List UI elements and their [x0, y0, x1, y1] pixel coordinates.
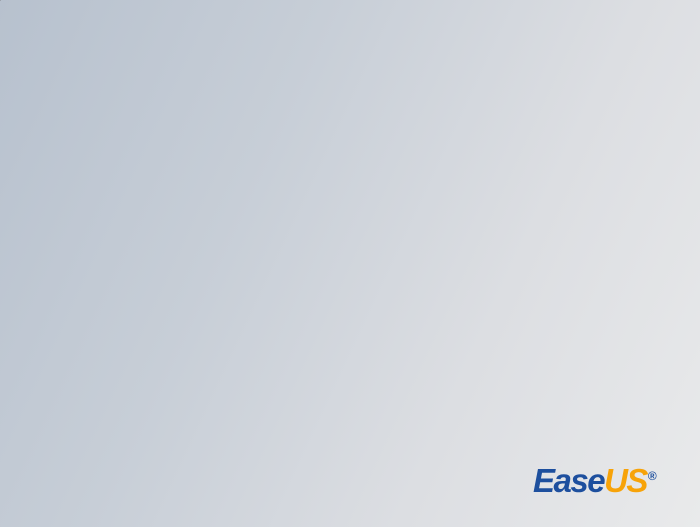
easeus-logo: EaseUS®	[533, 462, 657, 500]
registered-trademark-icon: ®	[647, 469, 657, 483]
easeus-logo-blue-text: Ease	[533, 462, 606, 499]
easeus-logo-orange-text: US	[604, 462, 648, 499]
desktop-wallpaper-sky	[0, 0, 700, 527]
